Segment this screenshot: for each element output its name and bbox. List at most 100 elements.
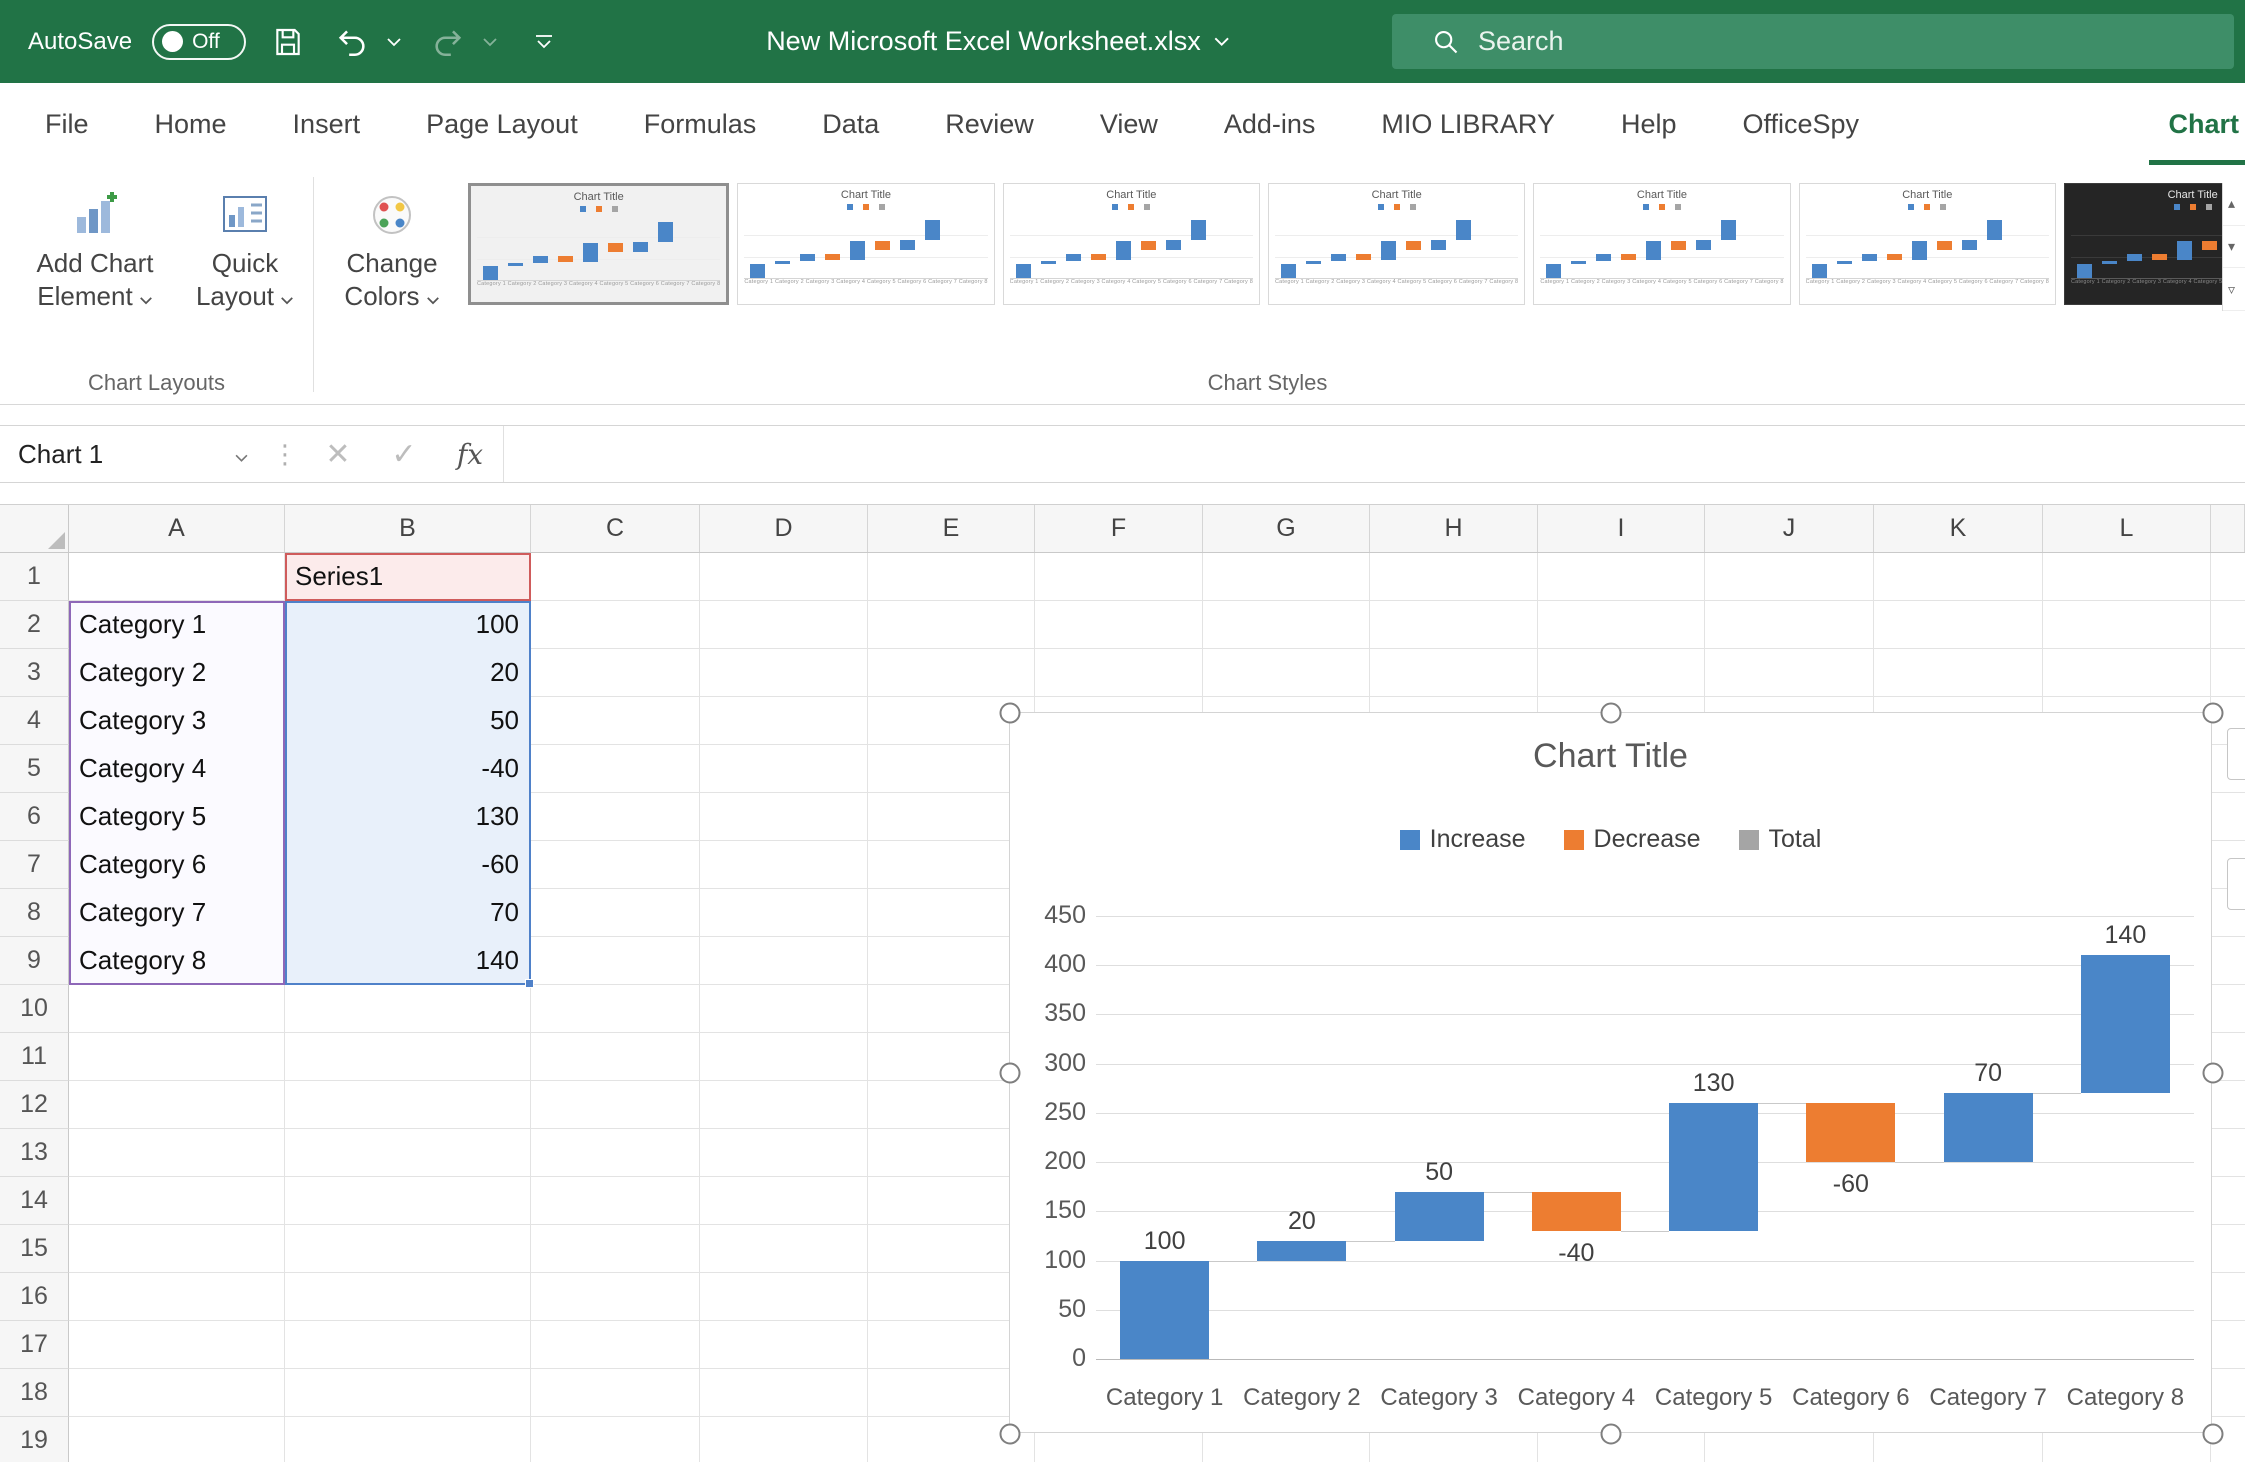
formula-input[interactable] [503,426,2245,482]
waterfall-bar-6[interactable] [1806,1103,1895,1162]
row-header-1[interactable]: 1 [0,553,69,601]
chart-style-thumb-style-7[interactable]: Chart TitleCategory 1 Category 2 Categor… [2064,183,2222,305]
column-header-E[interactable]: E [868,505,1035,552]
resize-handle-bottom-center[interactable] [1601,1424,1622,1445]
column-header-F[interactable]: F [1035,505,1203,552]
column-header-A[interactable]: A [69,505,285,552]
cell-B7[interactable]: -60 [285,841,531,889]
column-header-H[interactable]: H [1370,505,1538,552]
column-header-D[interactable]: D [700,505,868,552]
column-header-J[interactable]: J [1705,505,1874,552]
resize-handle-bottom-left[interactable] [1000,1424,1021,1445]
waterfall-bar-8[interactable] [2081,955,2170,1093]
cancel-button[interactable]: ✕ [305,426,371,482]
ribbon-tab-insert[interactable]: Insert [260,83,394,165]
row-header-14[interactable]: 14 [0,1177,69,1225]
document-title[interactable]: New Microsoft Excel Worksheet.xlsx [766,26,1230,57]
cell-B5[interactable]: -40 [285,745,531,793]
legend-item-increase[interactable]: Increase [1400,825,1526,854]
cell-A3[interactable]: Category 2 [69,649,285,697]
column-header-L[interactable]: L [2043,505,2211,552]
chart-style-thumb-style-4[interactable]: Chart TitleCategory 1 Category 2 Categor… [1268,183,1525,305]
waterfall-bar-3[interactable] [1395,1192,1484,1241]
column-header-B[interactable]: B [285,505,531,552]
autosave-toggle[interactable]: Off [152,24,246,60]
redo-dropdown-chevron-icon[interactable] [482,37,502,47]
cell-B1[interactable]: Series1 [285,553,531,601]
cell-A6[interactable]: Category 5 [69,793,285,841]
resize-handle-mid-right[interactable] [2203,1063,2224,1084]
cell-A9[interactable]: Category 8 [69,937,285,985]
waterfall-bar-7[interactable] [1944,1093,2033,1162]
ribbon-tab-view[interactable]: View [1067,83,1191,165]
column-header-G[interactable]: G [1203,505,1370,552]
row-header-9[interactable]: 9 [0,937,69,985]
resize-handle-top-center[interactable] [1601,703,1622,724]
select-all-corner[interactable] [0,505,69,552]
cell-B9[interactable]: 140 [285,937,531,985]
cell-A7[interactable]: Category 6 [69,841,285,889]
waterfall-bar-4[interactable] [1532,1192,1621,1231]
row-header-12[interactable]: 12 [0,1081,69,1129]
row-header-2[interactable]: 2 [0,601,69,649]
row-header-11[interactable]: 11 [0,1033,69,1081]
ribbon-tab-add-ins[interactable]: Add-ins [1191,83,1349,165]
name-box-dropdown-icon[interactable] [234,439,249,470]
row-header-10[interactable]: 10 [0,985,69,1033]
waterfall-bar-2[interactable] [1257,1241,1346,1261]
resize-handle-bottom-right[interactable] [2203,1424,2224,1445]
change-colors-button[interactable]: Change Colors [322,183,462,363]
row-header-19[interactable]: 19 [0,1417,69,1462]
gallery-scroll-down-button[interactable]: ▾ [2223,226,2245,269]
name-box[interactable]: Chart 1 [0,426,265,482]
cell-A4[interactable]: Category 3 [69,697,285,745]
column-header-I[interactable]: I [1538,505,1705,552]
ribbon-tab-mio-library[interactable]: MIO LIBRARY [1348,83,1588,165]
undo-button[interactable] [330,18,374,66]
row-header-3[interactable]: 3 [0,649,69,697]
ribbon-tab-file[interactable]: File [12,83,122,165]
chart-object[interactable]: Chart Title IncreaseDecreaseTotal 050100… [1009,712,2212,1433]
waterfall-bar-1[interactable] [1120,1261,1209,1359]
waterfall-bar-5[interactable] [1669,1103,1758,1231]
search-input[interactable]: Search [1392,14,2234,69]
row-header-15[interactable]: 15 [0,1225,69,1273]
ribbon-tab-page-layout[interactable]: Page Layout [393,83,611,165]
quick-layout-button[interactable]: Quick Layout [186,183,304,363]
ribbon-tab-chart[interactable]: Chart [2135,83,2245,165]
undo-dropdown-chevron-icon[interactable] [386,37,406,47]
resize-handle-mid-left[interactable] [1000,1063,1021,1084]
cell-A8[interactable]: Category 7 [69,889,285,937]
chart-style-thumb-style-1[interactable]: Chart TitleCategory 1 Category 2 Categor… [468,183,729,305]
row-header-8[interactable]: 8 [0,889,69,937]
enter-button[interactable]: ✓ [371,426,437,482]
legend-item-total[interactable]: Total [1739,825,1822,854]
row-header-17[interactable]: 17 [0,1321,69,1369]
save-button[interactable] [266,18,310,66]
ribbon-tab-review[interactable]: Review [912,83,1067,165]
gallery-more-button[interactable]: ▿ [2223,268,2245,311]
chart-style-thumb-style-2[interactable]: Chart TitleCategory 1 Category 2 Categor… [737,183,994,305]
column-header-K[interactable]: K [1874,505,2043,552]
redo-button[interactable] [426,18,470,66]
chart-elements-button[interactable] [2227,728,2245,780]
chart-style-thumb-style-5[interactable]: Chart TitleCategory 1 Category 2 Categor… [1533,183,1790,305]
cell-B2[interactable]: 100 [285,601,531,649]
cell-B3[interactable]: 20 [285,649,531,697]
add-chart-element-button[interactable]: Add Chart Element [14,183,176,363]
ribbon-tab-help[interactable]: Help [1588,83,1710,165]
gallery-scroll-up-button[interactable]: ▴ [2223,183,2245,226]
row-header-5[interactable]: 5 [0,745,69,793]
ribbon-tab-officespy[interactable]: OfficeSpy [1710,83,1893,165]
resize-handle-top-left[interactable] [1000,703,1021,724]
cell-A5[interactable]: Category 4 [69,745,285,793]
chart-styles-button[interactable] [2227,858,2245,910]
cell-B6[interactable]: 130 [285,793,531,841]
chart-style-thumb-style-3[interactable]: Chart TitleCategory 1 Category 2 Categor… [1003,183,1260,305]
row-header-7[interactable]: 7 [0,841,69,889]
insert-function-button[interactable]: fx [437,426,503,482]
column-header-C[interactable]: C [531,505,700,552]
row-header-18[interactable]: 18 [0,1369,69,1417]
ribbon-tab-data[interactable]: Data [789,83,912,165]
row-header-13[interactable]: 13 [0,1129,69,1177]
